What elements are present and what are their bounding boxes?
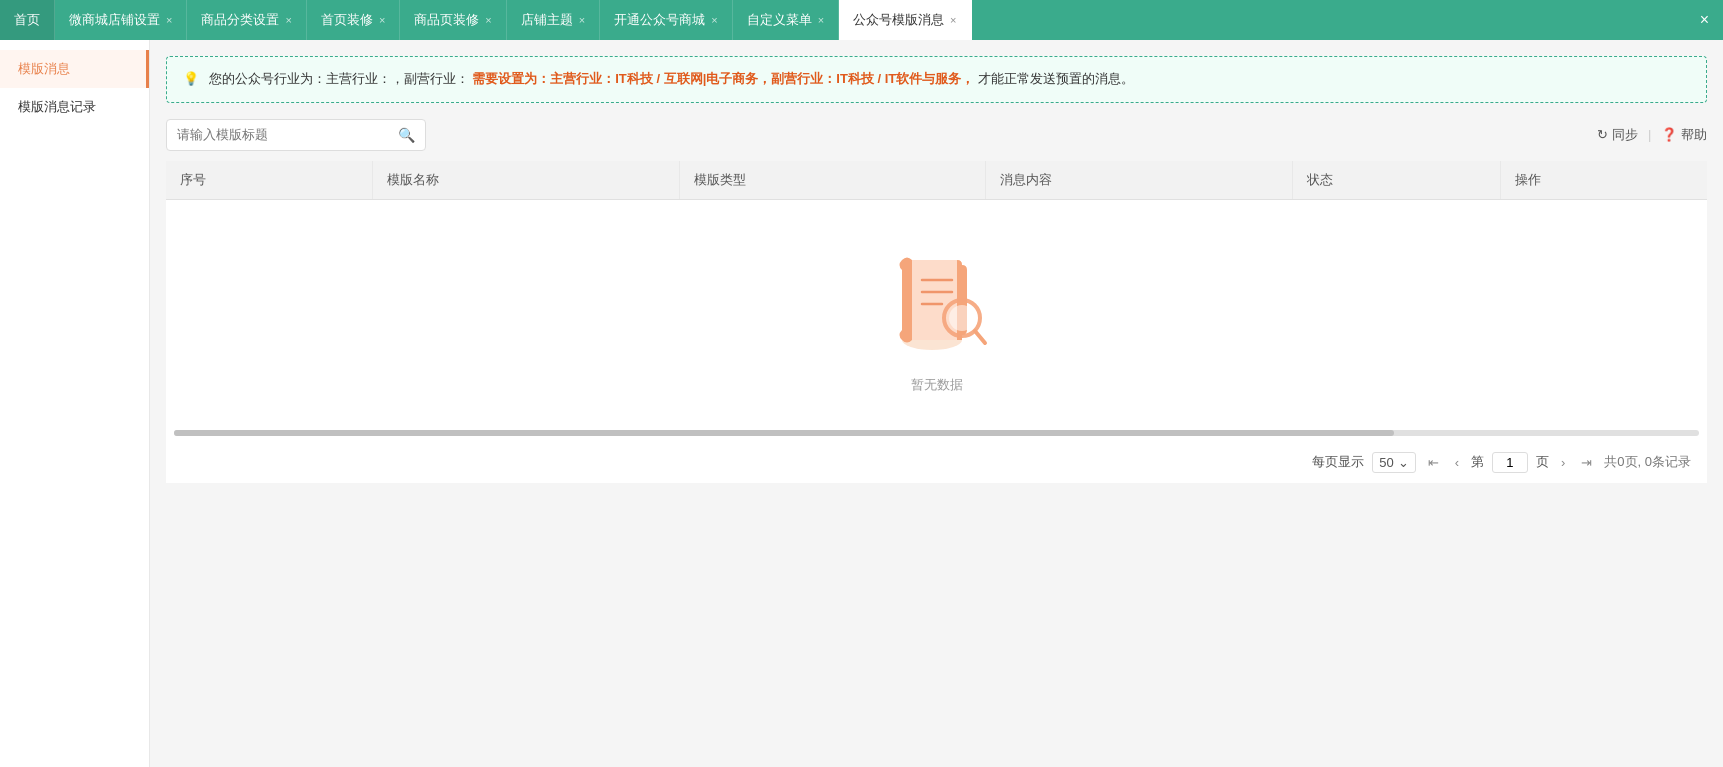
nav-tab-close-1[interactable]: × xyxy=(166,14,172,26)
nav-tab-5[interactable]: 店铺主题× xyxy=(507,0,600,40)
sidebar: 模版消息模版消息记录 xyxy=(0,40,150,767)
search-bar: 🔍 ↻ 同步 | ❓ 帮助 xyxy=(166,119,1707,151)
empty-text: 暂无数据 xyxy=(911,376,963,394)
col-header-0: 序号 xyxy=(166,161,372,200)
close-all-button[interactable]: × xyxy=(1686,11,1723,29)
top-nav: 首页微商城店铺设置×商品分类设置×首页装修×商品页装修×店铺主题×开通公众号商城… xyxy=(0,0,1723,40)
chevron-down-icon: ⌄ xyxy=(1398,455,1409,470)
next-page-button[interactable]: › xyxy=(1557,453,1569,472)
notice-highlight: 需要设置为：主营行业：IT科技 / 互联网|电子商务，副营行业：IT科技 / I… xyxy=(472,71,974,86)
prev-page-button[interactable]: ‹ xyxy=(1451,453,1463,472)
nav-tab-1[interactable]: 微商城店铺设置× xyxy=(55,0,187,40)
nav-tab-close-2[interactable]: × xyxy=(285,14,291,26)
content-area: 💡 您的公众号行业为：主营行业：，副营行业： 需要设置为：主营行业：IT科技 /… xyxy=(150,40,1723,767)
notice-box: 💡 您的公众号行业为：主营行业：，副营行业： 需要设置为：主营行业：IT科技 /… xyxy=(166,56,1707,103)
toolbar-divider: | xyxy=(1648,127,1651,142)
col-header-3: 消息内容 xyxy=(986,161,1293,200)
nav-tab-close-7[interactable]: × xyxy=(818,14,824,26)
page-unit: 页 xyxy=(1536,453,1549,471)
nav-tab-close-8[interactable]: × xyxy=(950,14,956,26)
col-header-5: 操作 xyxy=(1501,161,1707,200)
col-header-4: 状态 xyxy=(1292,161,1500,200)
bulb-icon: 💡 xyxy=(183,71,199,86)
help-icon: ❓ xyxy=(1661,127,1677,142)
svg-line-6 xyxy=(975,331,985,343)
scrollbar-thumb[interactable] xyxy=(174,430,1394,436)
first-page-button[interactable]: ⇤ xyxy=(1424,453,1443,472)
nav-tab-2[interactable]: 商品分类设置× xyxy=(187,0,306,40)
notice-suffix: 才能正常发送预置的消息。 xyxy=(978,71,1134,86)
nav-tab-close-5[interactable]: × xyxy=(579,14,585,26)
search-icon[interactable]: 🔍 xyxy=(398,127,415,143)
notice-prefix: 您的公众号行业为：主营行业：，副营行业： xyxy=(209,71,469,86)
last-page-button[interactable]: ⇥ xyxy=(1577,453,1596,472)
nav-tab-close-4[interactable]: × xyxy=(485,14,491,26)
page-size-value: 50 xyxy=(1379,455,1393,470)
page-word: 第 xyxy=(1471,453,1484,471)
sync-icon: ↻ xyxy=(1597,127,1608,142)
nav-tab-3[interactable]: 首页装修× xyxy=(307,0,400,40)
data-table: 序号模版名称模版类型消息内容状态操作 xyxy=(166,161,1707,200)
nav-tab-7[interactable]: 自定义菜单× xyxy=(733,0,839,40)
svg-point-5 xyxy=(949,305,975,331)
nav-tab-6[interactable]: 开通公众号商城× xyxy=(600,0,732,40)
toolbar-right: ↻ 同步 | ❓ 帮助 xyxy=(1597,126,1707,144)
page-size-label: 每页显示 xyxy=(1312,453,1364,471)
table-wrap: 序号模版名称模版类型消息内容状态操作 xyxy=(166,161,1707,483)
nav-tab-close-3[interactable]: × xyxy=(379,14,385,26)
page-total: 共0页, 0条记录 xyxy=(1604,453,1691,471)
nav-tab-8[interactable]: 公众号模版消息× xyxy=(839,0,971,40)
search-input[interactable] xyxy=(177,127,398,142)
sidebar-item-1[interactable]: 模版消息记录 xyxy=(0,88,149,126)
empty-icon xyxy=(877,240,997,360)
nav-tab-4[interactable]: 商品页装修× xyxy=(400,0,506,40)
help-button[interactable]: ❓ 帮助 xyxy=(1661,126,1707,144)
sidebar-item-0[interactable]: 模版消息 xyxy=(0,50,149,88)
page-size-select[interactable]: 50 ⌄ xyxy=(1372,452,1415,473)
search-input-wrap[interactable]: 🔍 xyxy=(166,119,426,151)
col-header-2: 模版类型 xyxy=(679,161,986,200)
empty-state: 暂无数据 xyxy=(166,200,1707,424)
sync-button[interactable]: ↻ 同步 xyxy=(1597,126,1638,144)
scrollbar-track[interactable] xyxy=(174,430,1699,436)
nav-tab-0[interactable]: 首页 xyxy=(0,0,55,40)
nav-tab-close-6[interactable]: × xyxy=(711,14,717,26)
main-layout: 模版消息模版消息记录 💡 您的公众号行业为：主营行业：，副营行业： 需要设置为：… xyxy=(0,40,1723,767)
page-number-input[interactable] xyxy=(1492,452,1528,473)
col-header-1: 模版名称 xyxy=(372,161,679,200)
scrollbar-row xyxy=(166,424,1707,442)
pagination: 每页显示 50 ⌄ ⇤ ‹ 第 页 › ⇥ 共0页, 0条记录 xyxy=(166,442,1707,483)
